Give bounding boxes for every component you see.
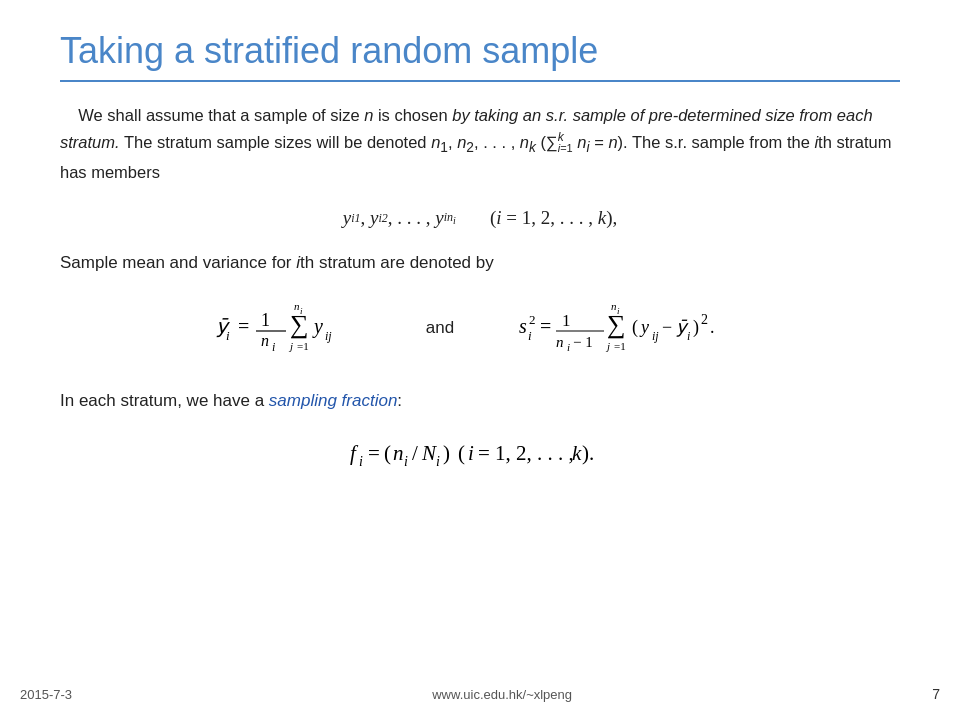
svg-text:s: s [519,315,527,337]
section-label: Sample mean and variance for ith stratum… [60,250,900,276]
svg-text:).: ). [582,441,594,465]
footer: 2015-7-3 www.uic.edu.hk/~xlpeng 7 [0,686,960,702]
svg-text:n: n [556,334,564,350]
svg-text:−: − [662,317,672,337]
svg-text:i: i [687,329,690,343]
slide: Taking a stratified random sample We sha… [0,0,960,720]
svg-text:2: 2 [701,312,708,327]
svg-text:/: / [412,441,418,465]
svg-text:∑: ∑ [290,310,309,339]
intro-paragraph: We shall assume that a sample of size n … [60,102,900,186]
svg-text:(: ( [632,317,638,338]
svg-text:=: = [368,441,380,465]
svg-text:=1: =1 [614,340,626,352]
mean-formula-svg: ȳ i = 1 n i n i ∑ j =1 y ij [206,288,366,368]
svg-text:n: n [261,332,269,349]
svg-text:j: j [605,340,610,352]
svg-text:y: y [312,315,323,338]
svg-text:∑: ∑ [607,310,626,339]
and-word: and [426,315,454,341]
mean-formula: ȳ i = 1 n i n i ∑ j =1 y ij [206,288,366,368]
svg-text:i: i [404,454,408,469]
svg-text:f: f [350,441,359,465]
svg-text:=: = [540,315,551,337]
fi-formula-svg: f i = ( n i / N i ) ( i = 1, 2, . . . , … [340,425,620,475]
svg-text:= 1, 2, . . . ,: = 1, 2, . . . , [478,441,574,465]
svg-text:i: i [359,454,363,469]
svg-text:(: ( [384,441,391,465]
fi-formula: f i = ( n i / N i ) ( i = 1, 2, . . . , … [60,425,900,475]
svg-text:2: 2 [529,312,536,327]
variance-formula: s 2 i = 1 n i − 1 n i ∑ j =1 [514,288,754,368]
svg-text:1: 1 [562,311,571,330]
slide-title: Taking a stratified random sample [60,30,900,82]
footer-url: www.uic.edu.hk/~xlpeng [432,687,572,702]
svg-text:j: j [288,340,293,352]
svg-text:i: i [226,328,230,343]
slide-content: We shall assume that a sample of size n … [60,102,900,475]
svg-text:=1: =1 [297,340,309,352]
svg-text:i: i [528,328,532,343]
svg-text:1: 1 [261,310,270,330]
footer-date: 2015-7-3 [20,687,72,702]
svg-text:n: n [393,441,404,465]
svg-text:.: . [710,317,715,337]
svg-text:): ) [693,317,699,338]
svg-text:N: N [421,441,437,465]
svg-text:k: k [572,441,582,465]
svg-text:i: i [272,340,275,354]
svg-text:y: y [639,317,649,337]
svg-text:i: i [468,441,474,465]
formulas-row: ȳ i = 1 n i n i ∑ j =1 y ij [60,288,900,368]
svg-text:ij: ij [652,329,659,343]
sampling-fraction-text: sampling fraction [269,391,398,410]
footer-page: 7 [932,686,940,702]
svg-text:i: i [436,454,440,469]
svg-text:=: = [238,315,249,337]
sample-members-formula: yi1, yi2, . . . , yini (i = 1, 2, . . . … [60,204,900,233]
sampling-fraction-label: In each stratum, we have a sampling frac… [60,388,900,414]
svg-text:i: i [567,341,570,353]
variance-formula-svg: s 2 i = 1 n i − 1 n i ∑ j =1 [514,288,754,368]
svg-text:− 1: − 1 [573,334,593,350]
svg-text:(: ( [458,441,465,465]
svg-text:): ) [443,441,450,465]
svg-text:ij: ij [325,329,332,343]
